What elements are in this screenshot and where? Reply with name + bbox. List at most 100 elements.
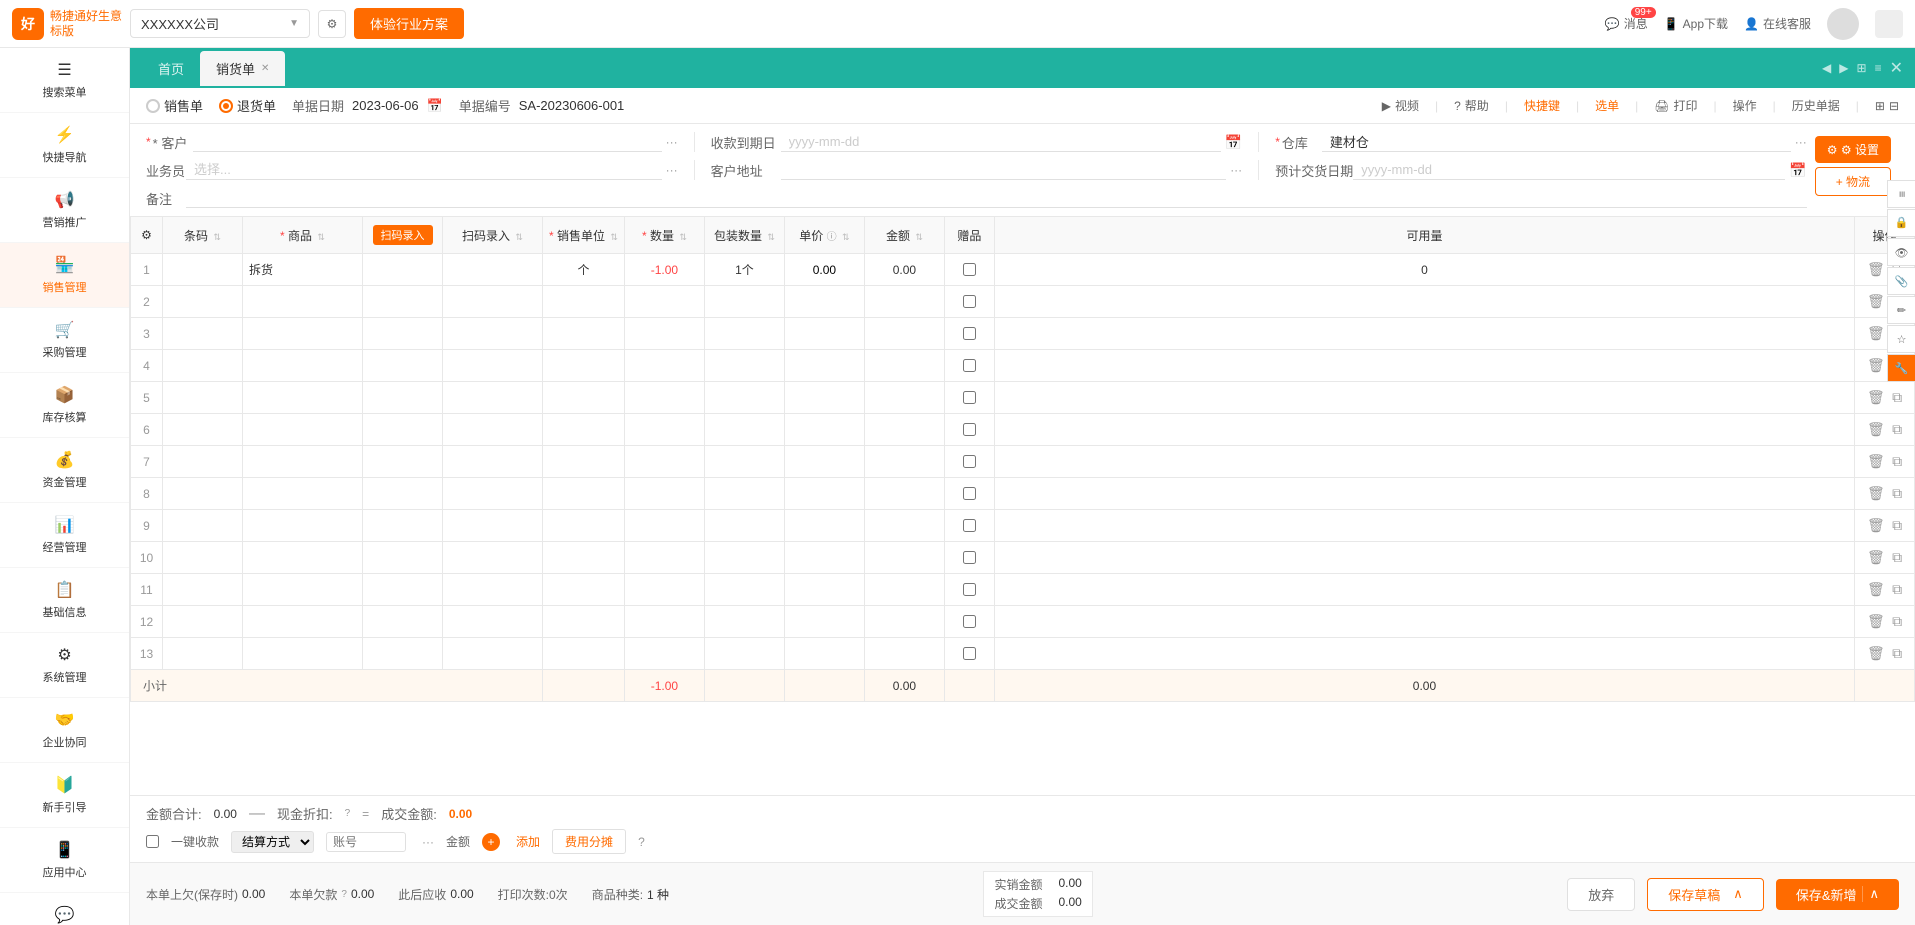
cell-spec-6[interactable] xyxy=(443,414,543,446)
cell-qty-7[interactable] xyxy=(624,446,704,478)
cell-qty-4[interactable] xyxy=(624,350,704,382)
cell-qty-9[interactable] xyxy=(624,510,704,542)
cell-gift-5[interactable] xyxy=(944,382,994,414)
cell-barcode-2[interactable] xyxy=(163,286,243,318)
row-delete-btn-5[interactable]: 🗑 xyxy=(1867,389,1885,405)
cell-qty-11[interactable] xyxy=(624,574,704,606)
cell-qty-10[interactable] xyxy=(624,542,704,574)
cell-spec-13[interactable] xyxy=(443,638,543,670)
toolbar-operate-btn[interactable]: 操作 xyxy=(1733,97,1757,114)
cell-barcode-8[interactable] xyxy=(163,478,243,510)
cell-barcode-9[interactable] xyxy=(163,510,243,542)
tab-sales-order[interactable]: 销货单 ✕ xyxy=(200,51,285,86)
sidebar-item-app-center[interactable]: 📱 应用中心 xyxy=(0,828,129,893)
toolbar-history-btn[interactable]: 历史单据 xyxy=(1792,97,1840,114)
barcode-sort-icon[interactable]: ⇅ xyxy=(213,232,221,242)
sidebar-item-finance[interactable]: 💰 资金管理 xyxy=(0,438,129,503)
cell-spec-9[interactable] xyxy=(443,510,543,542)
cell-product-10[interactable] xyxy=(243,542,363,574)
cell-gift-9[interactable] xyxy=(944,510,994,542)
delivery-date-calendar-icon[interactable]: 📅 xyxy=(1789,162,1806,179)
sidebar-item-system[interactable]: ⚙ 系统管理 xyxy=(0,633,129,698)
cell-gift-4[interactable] xyxy=(944,350,994,382)
cell-barcode-10[interactable] xyxy=(163,542,243,574)
discount-info-icon[interactable]: ? xyxy=(345,808,351,819)
sidebar-item-inventory[interactable]: 📦 库存核算 xyxy=(0,373,129,438)
scan-barcode-btn[interactable]: 扫码录入 xyxy=(373,225,433,245)
cell-barcode-12[interactable] xyxy=(163,606,243,638)
total-owe-info-icon[interactable]: ? xyxy=(341,889,347,900)
expense-help-icon[interactable]: ? xyxy=(638,835,645,849)
row-copy-btn-5[interactable]: ⧉ xyxy=(1892,389,1902,405)
one-click-pay-checkbox[interactable] xyxy=(146,835,159,848)
cell-product-8[interactable] xyxy=(243,478,363,510)
message-action[interactable]: 💬 消息 99+ xyxy=(1605,15,1648,32)
cell-qty-1[interactable] xyxy=(624,254,704,286)
tab-next-icon[interactable]: ▶ xyxy=(1839,61,1848,75)
cell-spec-7[interactable] xyxy=(443,446,543,478)
expense-split-btn[interactable]: 费用分摊 xyxy=(552,829,626,854)
cell-price-3[interactable] xyxy=(784,318,864,350)
tab-prev-icon[interactable]: ◀ xyxy=(1822,61,1831,75)
tab-home[interactable]: 首页 xyxy=(142,51,200,86)
spec-sort-icon[interactable]: ⇅ xyxy=(515,232,523,242)
row-delete-btn-3[interactable]: 🗑 xyxy=(1867,325,1885,341)
salesperson-select-icon[interactable]: ··· xyxy=(666,163,678,177)
app-download-action[interactable]: 📱 App下载 xyxy=(1664,15,1728,32)
cell-product-11[interactable] xyxy=(243,574,363,606)
rp-btn-1[interactable]: ≡ xyxy=(1887,180,1915,208)
save-draft-button[interactable]: 保存草稿 ∧ xyxy=(1647,878,1764,911)
save-draft-chevron-icon[interactable]: ∧ xyxy=(1726,886,1743,902)
cell-barcode-3[interactable] xyxy=(163,318,243,350)
cell-price-7[interactable] xyxy=(784,446,864,478)
save-new-button[interactable]: 保存&新增 ∧ xyxy=(1776,879,1899,910)
account-select-icon[interactable]: ··· xyxy=(422,835,434,849)
cell-price-10[interactable] xyxy=(784,542,864,574)
rp-btn-7[interactable]: 🔧 xyxy=(1887,354,1915,382)
row-delete-btn-1[interactable]: 🗑 xyxy=(1867,261,1885,277)
rp-btn-3[interactable]: 👁 xyxy=(1887,238,1915,266)
cell-spec-8[interactable] xyxy=(443,478,543,510)
rp-btn-5[interactable]: ✏ xyxy=(1887,296,1915,324)
cell-product-4[interactable] xyxy=(243,350,363,382)
settings-button[interactable]: ⚙ ⚙ 设置 ⚙ 设置 xyxy=(1815,136,1891,163)
cell-spec-10[interactable] xyxy=(443,542,543,574)
sidebar-item-operations[interactable]: 📊 经营管理 xyxy=(0,503,129,568)
cell-product-2[interactable] xyxy=(243,286,363,318)
customer-select-icon[interactable]: ··· xyxy=(666,135,678,149)
row-delete-btn-2[interactable]: 🗑 xyxy=(1867,293,1885,309)
cell-spec-5[interactable] xyxy=(443,382,543,414)
row-delete-btn-4[interactable]: 🗑 xyxy=(1867,357,1885,373)
cell-qty-13[interactable] xyxy=(624,638,704,670)
radio-return[interactable]: 退货单 xyxy=(219,96,276,115)
cell-gift-3[interactable] xyxy=(944,318,994,350)
cell-barcode-13[interactable] xyxy=(163,638,243,670)
toolbar-view-list-btn[interactable]: ⊟ xyxy=(1889,99,1899,113)
tab-panel-close-icon[interactable]: ✕ xyxy=(1890,58,1903,78)
logistics-button[interactable]: + 物流 xyxy=(1815,167,1891,196)
settlement-method-select[interactable]: 结算方式 xyxy=(231,831,314,853)
row-delete-btn-6[interactable]: 🗑 xyxy=(1867,421,1885,437)
unit-sort-icon[interactable]: ⇅ xyxy=(610,232,618,242)
row-copy-btn-8[interactable]: ⧉ xyxy=(1892,485,1902,501)
cell-price-2[interactable] xyxy=(784,286,864,318)
col-settings-header[interactable]: ⚙ xyxy=(131,217,163,254)
amount-sort-icon[interactable]: ⇅ xyxy=(915,232,923,242)
company-selector[interactable]: XXXXXX公司 ▼ xyxy=(130,9,310,38)
pkgqty-sort-icon[interactable]: ⇅ xyxy=(767,232,775,242)
date-calendar-icon[interactable]: 📅 xyxy=(427,98,443,114)
cell-price-13[interactable] xyxy=(784,638,864,670)
warehouse-select-icon[interactable]: ··· xyxy=(1795,135,1807,149)
cell-spec-1[interactable] xyxy=(443,254,543,286)
add-payment-btn[interactable]: + xyxy=(482,833,500,851)
toolbar-shortcut-btn[interactable]: 快捷键 xyxy=(1524,97,1560,114)
toolbar-video-btn[interactable]: ▶ 视频 xyxy=(1382,97,1419,114)
cell-product-1[interactable]: 拆货 xyxy=(243,254,363,286)
cell-gift-1[interactable] xyxy=(944,254,994,286)
cell-product-12[interactable] xyxy=(243,606,363,638)
cell-qty-2[interactable] xyxy=(624,286,704,318)
row-copy-btn-7[interactable]: ⧉ xyxy=(1892,453,1902,469)
row-delete-btn-10[interactable]: 🗑 xyxy=(1867,549,1885,565)
cell-product-13[interactable] xyxy=(243,638,363,670)
cell-gift-10[interactable] xyxy=(944,542,994,574)
